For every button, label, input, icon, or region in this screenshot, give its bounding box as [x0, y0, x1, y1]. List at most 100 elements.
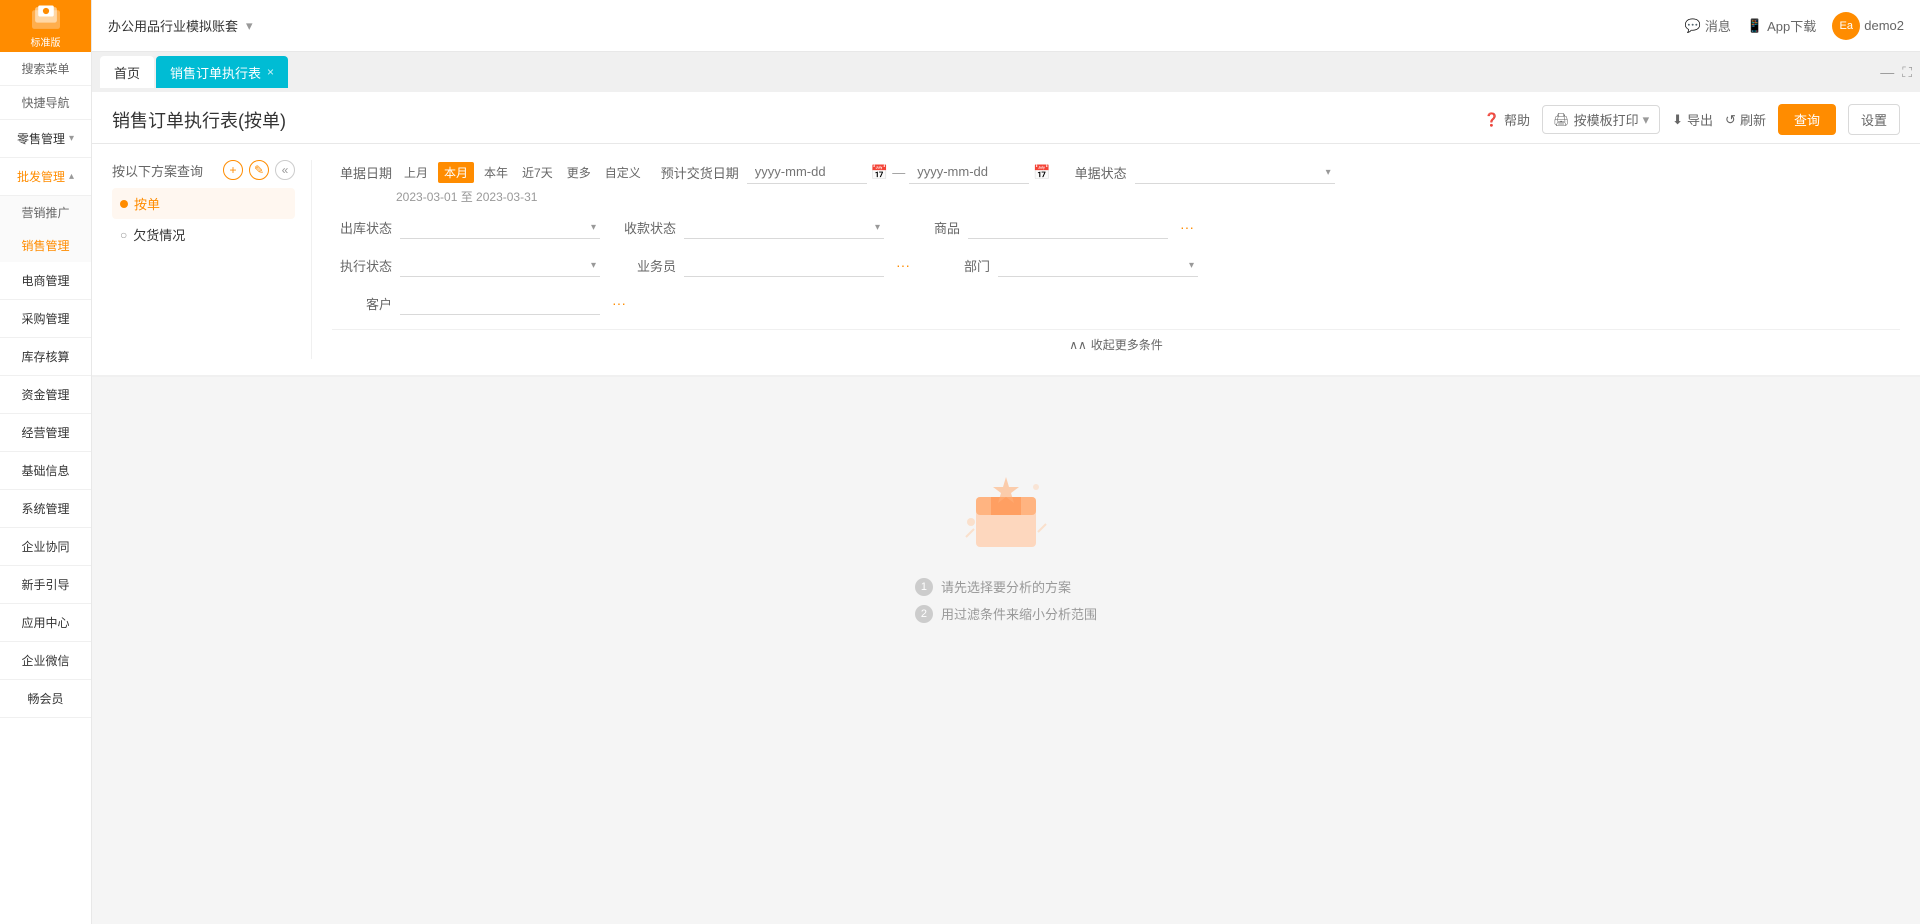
customer-label: 客户: [332, 294, 392, 313]
app-logo[interactable]: 标准版: [0, 0, 92, 52]
expected-date-end-input[interactable]: [909, 160, 1029, 184]
export-label: 导出: [1687, 110, 1713, 129]
apps-label: 应用中心: [21, 614, 69, 631]
sidebar-item-retail[interactable]: 零售管理 ▾: [0, 120, 91, 158]
tab-sales-execution[interactable]: 销售订单执行表 ×: [156, 56, 288, 88]
settings-button[interactable]: 设置: [1848, 104, 1900, 135]
date-btn-last-month[interactable]: 上月: [400, 162, 432, 183]
message-button[interactable]: 💬 消息: [1685, 16, 1731, 35]
goods-more-button[interactable]: ···: [1176, 219, 1198, 235]
collection-status-select[interactable]: [684, 215, 884, 239]
sidebar-item-sales[interactable]: 销售管理: [0, 229, 91, 262]
tab-home[interactable]: 首页: [100, 56, 154, 88]
collapse-sidebar-button[interactable]: «: [275, 160, 295, 180]
collapse-up-icon: ∧∧: [1069, 338, 1087, 352]
collection-status-field: 收款状态 ▾: [616, 215, 884, 239]
date-label: 单据日期: [332, 163, 392, 182]
edit-scheme-button[interactable]: ✎: [249, 160, 269, 180]
help-button[interactable]: ❓ 帮助: [1484, 110, 1530, 129]
ecommerce-label: 电商管理: [21, 272, 69, 289]
date-btn-this-year[interactable]: 本年: [480, 162, 512, 183]
edit-icon: ✎: [254, 163, 264, 177]
sidebar-item-marketing[interactable]: 营销推广: [0, 196, 91, 229]
refresh-button[interactable]: ↺ 刷新: [1725, 110, 1766, 129]
add-scheme-button[interactable]: +: [223, 160, 243, 180]
scheme-item-欠货情况[interactable]: ○ 欠货情况: [112, 219, 295, 250]
date-btn-custom[interactable]: 自定义: [601, 162, 645, 183]
expected-date-end-icon[interactable]: 📅: [1033, 164, 1050, 181]
maximize-icon[interactable]: ⛶: [1902, 64, 1912, 81]
export-button[interactable]: ⬇ 导出: [1672, 110, 1713, 129]
expected-date-label: 预计交货日期: [661, 163, 739, 182]
scheme-item-按单[interactable]: 按单: [112, 188, 295, 219]
salesperson-input[interactable]: [684, 253, 884, 277]
customer-input[interactable]: [400, 291, 600, 315]
sidebar-item-member[interactable]: 畅会员: [0, 680, 91, 718]
wholesale-arrow-icon: ▴: [69, 171, 74, 182]
exec-status-label: 执行状态: [332, 256, 392, 275]
enterprise-label: 企业协同: [21, 538, 69, 555]
topbar-suite-title: 办公用品行业模拟账套: [108, 16, 238, 35]
minimize-icon[interactable]: —: [1880, 64, 1894, 80]
customer-more-button[interactable]: ···: [608, 295, 630, 311]
date-btn-last-7days[interactable]: 近7天: [518, 162, 557, 183]
status-select[interactable]: [1135, 160, 1335, 184]
tab-close-icon[interactable]: ×: [267, 65, 274, 79]
goods-label: 商品: [900, 218, 960, 237]
help-icon: ❓: [1484, 112, 1500, 128]
sidebar-item-enterprise[interactable]: 企业协同: [0, 528, 91, 566]
goods-input[interactable]: [968, 215, 1168, 239]
salesperson-more-button[interactable]: ···: [892, 257, 914, 273]
topbar-dropdown-icon[interactable]: ▾: [246, 18, 253, 34]
sidebar-item-inventory[interactable]: 库存核算: [0, 338, 91, 376]
sidebar-item-basic[interactable]: 基础信息: [0, 452, 91, 490]
sales-label: 销售管理: [21, 239, 69, 253]
dept-field: 部门 ▾: [930, 253, 1198, 277]
collapse-filters-button[interactable]: ∧∧ 收起更多条件: [332, 329, 1900, 359]
topbar-left: 办公用品行业模拟账套 ▾: [108, 16, 253, 35]
tabbar: 首页 销售订单执行表 × — ⛶: [92, 52, 1920, 92]
date-quick-btns: 上月 本月 本年 近7天 更多 自定义: [400, 162, 645, 183]
delivery-status-select-wrap: ▾: [400, 215, 600, 239]
refresh-label: 刷新: [1740, 110, 1766, 129]
sidebar-item-operations[interactable]: 经营管理: [0, 414, 91, 452]
sidebar-quick-nav[interactable]: 快捷导航: [0, 86, 91, 120]
status-label: 单据状态: [1067, 163, 1127, 182]
dept-label: 部门: [930, 256, 990, 275]
date-btn-this-month[interactable]: 本月: [438, 162, 474, 183]
user-menu[interactable]: Ea demo2: [1832, 12, 1904, 40]
tab-window-controls: — ⛶: [1880, 64, 1912, 81]
search-menu-label: 搜索菜单: [0, 60, 91, 77]
empty-tips: 1 请先选择要分析的方案 2 用过滤条件来缩小分析范围: [915, 577, 1097, 623]
sidebar-item-wechat[interactable]: 企业微信: [0, 642, 91, 680]
expected-date-start-icon[interactable]: 📅: [871, 164, 888, 181]
topbar-right: 💬 消息 📱 App下载 Ea demo2: [1685, 12, 1904, 40]
filter-sidebar: 按以下方案查询 + ✎ «: [112, 160, 312, 359]
newbie-label: 新手引导: [21, 576, 69, 593]
sidebar-item-system[interactable]: 系统管理: [0, 490, 91, 528]
print-icon: 🖨: [1553, 112, 1570, 128]
member-label: 畅会员: [27, 690, 63, 707]
filter-layout: 按以下方案查询 + ✎ «: [112, 160, 1900, 359]
exec-status-select[interactable]: [400, 253, 600, 277]
sidebar-item-finance[interactable]: 资金管理: [0, 376, 91, 414]
sidebar-item-ecommerce[interactable]: 电商管理: [0, 262, 91, 300]
expected-date-start-input[interactable]: [747, 160, 867, 184]
sidebar-item-apps[interactable]: 应用中心: [0, 604, 91, 642]
sidebar-item-newbie[interactable]: 新手引导: [0, 566, 91, 604]
date-range-text: 2023-03-01 至 2023-03-31: [396, 190, 537, 204]
retail-arrow-icon: ▾: [69, 133, 74, 144]
date-btn-more[interactable]: 更多: [563, 162, 595, 183]
collection-status-select-wrap: ▾: [684, 215, 884, 239]
print-button[interactable]: 🖨 按模板打印 ▾: [1542, 105, 1660, 134]
empty-state: 1 请先选择要分析的方案 2 用过滤条件来缩小分析范围: [92, 377, 1920, 703]
scheme-欠货情况-label: 欠货情况: [133, 225, 185, 244]
app-download-button[interactable]: 📱 App下载: [1747, 16, 1816, 35]
sidebar-item-purchase[interactable]: 采购管理: [0, 300, 91, 338]
query-button[interactable]: 查询: [1778, 104, 1836, 135]
basic-label: 基础信息: [21, 462, 69, 479]
delivery-status-select[interactable]: [400, 215, 600, 239]
dept-select[interactable]: [998, 253, 1198, 277]
sidebar-search[interactable]: 搜索菜单: [0, 52, 91, 86]
sidebar-item-wholesale[interactable]: 批发管理 ▴: [0, 158, 91, 196]
